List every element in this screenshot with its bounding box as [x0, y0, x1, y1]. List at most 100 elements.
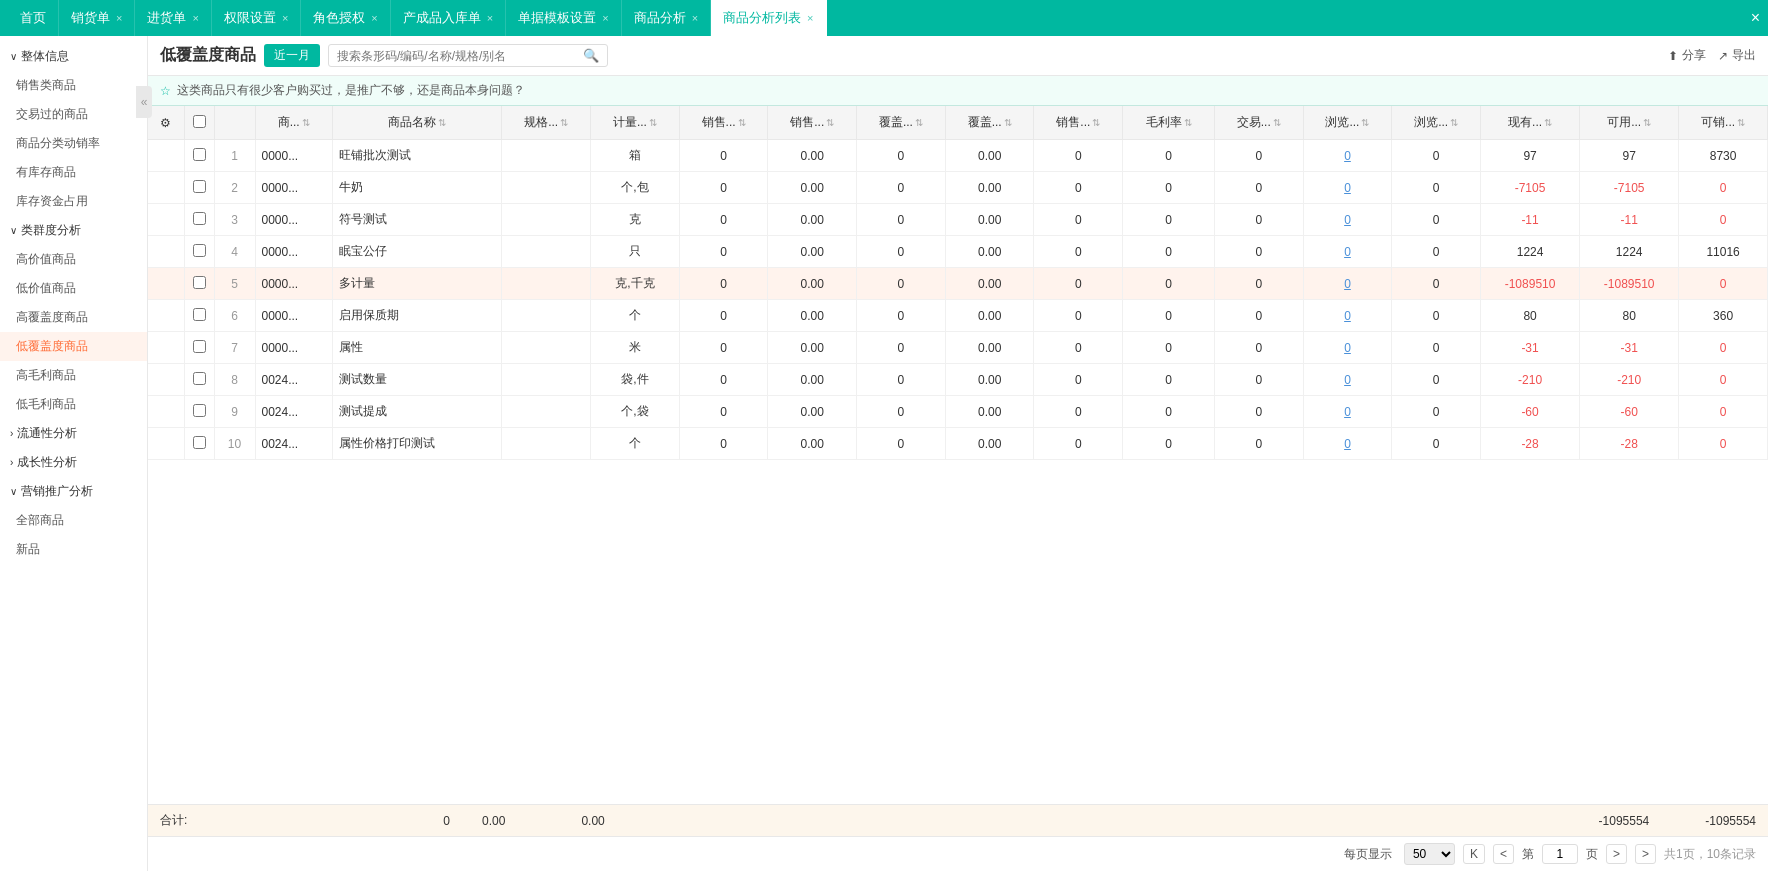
row-checkbox[interactable]	[193, 372, 206, 385]
sidebar-item-low-value[interactable]: 低价值商品	[0, 274, 147, 303]
nav-permission[interactable]: 权限设置 ×	[212, 0, 301, 36]
sidebar-item-sales-products[interactable]: 销售类商品	[0, 71, 147, 100]
sort-icon[interactable]: ⇅	[1004, 117, 1012, 128]
sort-icon[interactable]: ⇅	[302, 117, 310, 128]
cell-checkbox[interactable]	[184, 204, 214, 236]
sidebar-item-high-coverage[interactable]: 高覆盖度商品	[0, 303, 147, 332]
column-spec[interactable]: 规格...⇅	[502, 106, 591, 140]
sort-icon[interactable]: ⇅	[915, 117, 923, 128]
nav-purchase-order[interactable]: 进货单 ×	[135, 0, 211, 36]
column-cover2[interactable]: 覆盖...⇅	[945, 106, 1034, 140]
cell-browse1[interactable]: 0	[1303, 396, 1392, 428]
sidebar-section-cluster[interactable]: ∨ 类群度分析	[0, 216, 147, 245]
sort-icon[interactable]: ⇅	[1737, 117, 1745, 128]
sidebar-collapse-button[interactable]: «	[136, 86, 152, 118]
sort-icon[interactable]: ⇅	[438, 117, 446, 128]
nav-product-analysis[interactable]: 商品分析 ×	[622, 0, 711, 36]
sort-icon[interactable]: ⇅	[560, 117, 568, 128]
sort-icon[interactable]: ⇅	[738, 117, 746, 128]
cell-checkbox[interactable]	[184, 268, 214, 300]
sort-icon[interactable]: ⇅	[826, 117, 834, 128]
page-size-select[interactable]: 50 100 200	[1404, 843, 1455, 865]
export-button[interactable]: ↗ 导出	[1718, 47, 1756, 64]
cell-browse1[interactable]: 0	[1303, 140, 1392, 172]
sidebar-item-stock-products[interactable]: 有库存商品	[0, 158, 147, 187]
sort-icon[interactable]: ⇅	[1184, 117, 1192, 128]
cell-browse1[interactable]: 0	[1303, 172, 1392, 204]
row-checkbox[interactable]	[193, 340, 206, 353]
sort-icon[interactable]: ⇅	[1450, 117, 1458, 128]
filter-period-button[interactable]: 近一月	[264, 44, 320, 67]
cell-checkbox[interactable]	[184, 396, 214, 428]
column-unit[interactable]: 计量...⇅	[591, 106, 680, 140]
column-current[interactable]: 现有...⇅	[1481, 106, 1580, 140]
close-icon[interactable]: ×	[192, 12, 198, 24]
cell-checkbox[interactable]	[184, 300, 214, 332]
close-icon[interactable]: ×	[116, 12, 122, 24]
cell-browse1[interactable]: 0	[1303, 364, 1392, 396]
sidebar-section-growth[interactable]: › 成长性分析	[0, 448, 147, 477]
column-browse2[interactable]: 浏览...⇅	[1392, 106, 1481, 140]
close-icon[interactable]: ×	[602, 12, 608, 24]
row-checkbox[interactable]	[193, 276, 206, 289]
close-icon[interactable]: ×	[371, 12, 377, 24]
row-checkbox[interactable]	[193, 212, 206, 225]
row-checkbox[interactable]	[193, 308, 206, 321]
cell-browse1[interactable]: 0	[1303, 236, 1392, 268]
sort-icon[interactable]: ⇅	[1361, 117, 1369, 128]
nav-role-auth[interactable]: 角色授权 ×	[301, 0, 390, 36]
cell-browse1[interactable]: 0	[1303, 332, 1392, 364]
cell-checkbox[interactable]	[184, 364, 214, 396]
cell-checkbox[interactable]	[184, 332, 214, 364]
column-code[interactable]: 商...⇅	[255, 106, 332, 140]
nav-home[interactable]: 首页	[8, 0, 59, 36]
row-checkbox[interactable]	[193, 436, 206, 449]
sidebar-item-high-value[interactable]: 高价值商品	[0, 245, 147, 274]
cell-checkbox[interactable]	[184, 140, 214, 172]
sort-icon[interactable]: ⇅	[1544, 117, 1552, 128]
close-all-button[interactable]: ×	[1751, 9, 1760, 27]
sidebar-section-overall[interactable]: ∨ 整体信息	[0, 42, 147, 71]
nav-product-analysis-list[interactable]: 商品分析列表 ×	[711, 0, 826, 36]
search-icon[interactable]: 🔍	[583, 48, 599, 63]
cell-checkbox[interactable]	[184, 172, 214, 204]
select-all-checkbox[interactable]	[193, 115, 206, 128]
sidebar-item-capital-occupation[interactable]: 库存资金占用	[0, 187, 147, 216]
row-checkbox[interactable]	[193, 404, 206, 417]
sidebar-item-new-products[interactable]: 新品	[0, 535, 147, 564]
cell-browse1[interactable]: 0	[1303, 428, 1392, 460]
column-name[interactable]: 商品名称⇅	[332, 106, 502, 140]
sort-icon[interactable]: ⇅	[1273, 117, 1281, 128]
column-gross[interactable]: 毛利率⇅	[1123, 106, 1215, 140]
cell-checkbox[interactable]	[184, 428, 214, 460]
share-button[interactable]: ⬆ 分享	[1668, 47, 1706, 64]
column-select-all[interactable]	[184, 106, 214, 140]
column-browse1[interactable]: 浏览...⇅	[1303, 106, 1392, 140]
sidebar-item-low-margin[interactable]: 低毛利商品	[0, 390, 147, 419]
close-icon[interactable]: ×	[282, 12, 288, 24]
sidebar-item-traded-products[interactable]: 交易过的商品	[0, 100, 147, 129]
sort-icon[interactable]: ⇅	[1092, 117, 1100, 128]
cell-browse1[interactable]: 0	[1303, 204, 1392, 236]
column-cover1[interactable]: 覆盖...⇅	[857, 106, 946, 140]
column-settings[interactable]: ⚙	[148, 106, 184, 140]
sort-icon[interactable]: ⇅	[649, 117, 657, 128]
sidebar-item-high-margin[interactable]: 高毛利商品	[0, 361, 147, 390]
close-icon[interactable]: ×	[692, 12, 698, 24]
cell-checkbox[interactable]	[184, 236, 214, 268]
sidebar-item-low-coverage[interactable]: 低覆盖度商品	[0, 332, 147, 361]
sidebar-item-all-products[interactable]: 全部商品	[0, 506, 147, 535]
page-number-input[interactable]	[1542, 844, 1578, 864]
column-trade[interactable]: 交易...⇅	[1214, 106, 1303, 140]
search-input[interactable]	[337, 49, 583, 63]
prev-page-button[interactable]: <	[1493, 844, 1514, 864]
row-checkbox[interactable]	[193, 180, 206, 193]
column-saleable[interactable]: 可销...⇅	[1679, 106, 1768, 140]
close-icon[interactable]: ×	[807, 12, 813, 24]
row-checkbox[interactable]	[193, 148, 206, 161]
nav-product-inbound[interactable]: 产成品入库单 ×	[391, 0, 506, 36]
last-page-button[interactable]: >	[1635, 844, 1656, 864]
sidebar-item-category-turnover[interactable]: 商品分类动销率	[0, 129, 147, 158]
column-usable[interactable]: 可用...⇅	[1580, 106, 1679, 140]
first-page-button[interactable]: K	[1463, 844, 1485, 864]
